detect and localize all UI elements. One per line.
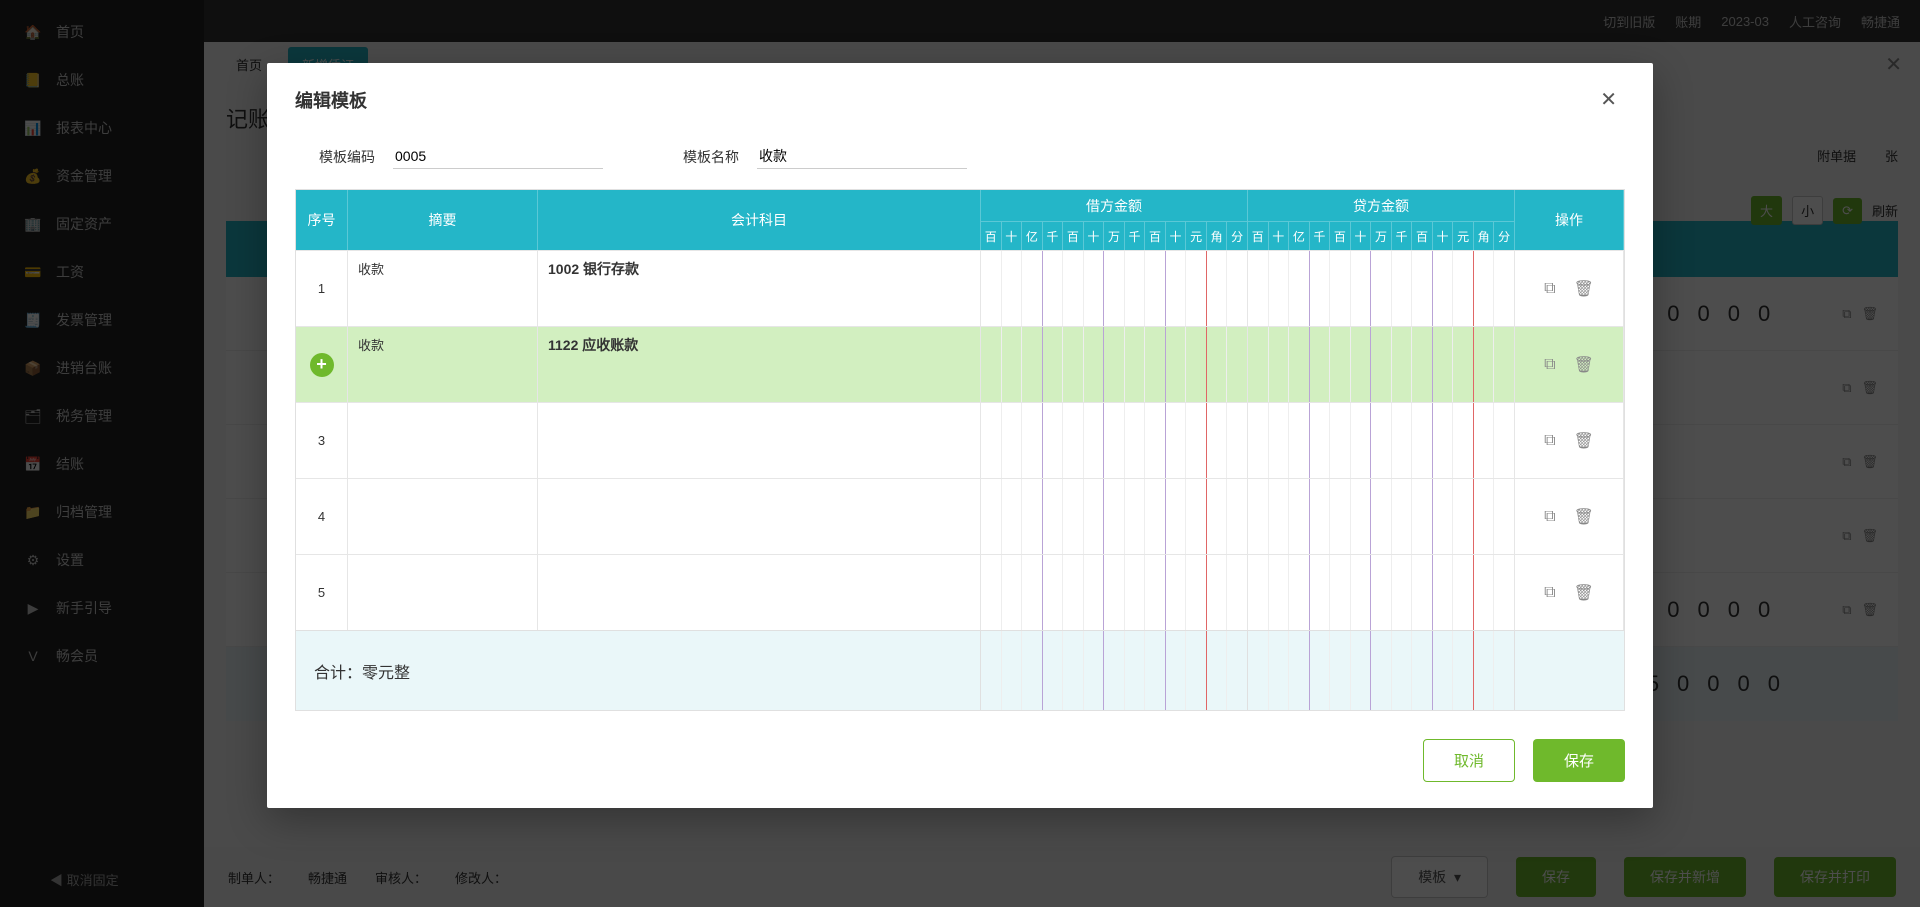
row-ops: ⧉🗑 [1515,327,1624,402]
template-row[interactable]: 4⧉🗑 [296,478,1624,554]
delete-icon[interactable]: 🗑 [1574,583,1594,603]
row-summary[interactable] [348,555,538,630]
total-label: 合计：零元整 [296,631,981,710]
copy-icon[interactable]: ⧉ [1544,356,1555,374]
row-account[interactable]: 1002 银行存款 [538,251,981,326]
total-row: 合计：零元整 [296,630,1624,710]
credit-digit-labels: 百十亿千百十万千百十元角分 [1248,222,1514,250]
row-index: + [296,327,348,402]
template-row[interactable]: 1收款1002 银行存款⧉🗑 [296,250,1624,326]
row-debit[interactable] [981,555,1248,630]
copy-icon[interactable]: ⧉ [1544,280,1555,298]
template-row[interactable]: 5⧉🗑 [296,554,1624,630]
template-grid: 序号 摘要 会计科目 借方金额 百十亿千百十万千百十元角分 贷方金额 百十亿千百… [295,189,1625,711]
template-code-label: 模板编码 [319,147,375,167]
row-debit[interactable] [981,479,1248,554]
col-account-header: 会计科目 [538,190,981,250]
close-icon[interactable]: ✕ [1592,83,1625,116]
row-summary[interactable] [348,479,538,554]
row-credit[interactable] [1248,251,1515,326]
edit-template-modal: 编辑模板 ✕ 模板编码 模板名称 序号 摘要 会计科目 [267,63,1653,808]
delete-icon[interactable]: 🗑 [1574,279,1594,299]
col-summary-header: 摘要 [348,190,538,250]
row-account[interactable]: 1122 应收账款 [538,327,981,402]
row-summary[interactable]: 收款 [348,251,538,326]
template-row[interactable]: +收款1122 应收账款⧉🗑 [296,326,1624,402]
add-row-button[interactable]: + [310,353,334,377]
row-summary[interactable] [348,403,538,478]
col-ops-header: 操作 [1515,190,1624,250]
row-credit[interactable] [1248,327,1515,402]
cancel-button[interactable]: 取消 [1423,739,1515,782]
copy-icon[interactable]: ⧉ [1544,508,1555,526]
modal-title: 编辑模板 [295,87,367,113]
template-name-label: 模板名称 [683,147,739,167]
row-index: 4 [296,479,348,554]
row-credit[interactable] [1248,403,1515,478]
row-index: 1 [296,251,348,326]
copy-icon[interactable]: ⧉ [1544,432,1555,450]
debit-digit-labels: 百十亿千百十万千百十元角分 [981,222,1247,250]
modal-overlay: 编辑模板 ✕ 模板编码 模板名称 序号 摘要 会计科目 [0,0,1920,907]
row-ops: ⧉🗑 [1515,479,1624,554]
row-summary[interactable]: 收款 [348,327,538,402]
row-index: 3 [296,403,348,478]
row-account[interactable] [538,403,981,478]
row-credit[interactable] [1248,555,1515,630]
row-debit[interactable] [981,251,1248,326]
row-ops: ⧉🗑 [1515,251,1624,326]
copy-icon[interactable]: ⧉ [1544,584,1555,602]
save-button[interactable]: 保存 [1533,739,1625,782]
template-row[interactable]: 3⧉🗑 [296,402,1624,478]
row-ops: ⧉🗑 [1515,403,1624,478]
row-account[interactable] [538,479,981,554]
col-index-header: 序号 [296,190,348,250]
col-debit-header: 借方金额 [981,190,1247,222]
template-name-input[interactable] [757,144,967,169]
delete-icon[interactable]: 🗑 [1574,355,1594,375]
row-debit[interactable] [981,403,1248,478]
row-account[interactable] [538,555,981,630]
row-ops: ⧉🗑 [1515,555,1624,630]
row-credit[interactable] [1248,479,1515,554]
col-credit-header: 贷方金额 [1248,190,1514,222]
delete-icon[interactable]: 🗑 [1574,431,1594,451]
template-code-input[interactable] [393,144,603,169]
row-debit[interactable] [981,327,1248,402]
row-index: 5 [296,555,348,630]
delete-icon[interactable]: 🗑 [1574,507,1594,527]
